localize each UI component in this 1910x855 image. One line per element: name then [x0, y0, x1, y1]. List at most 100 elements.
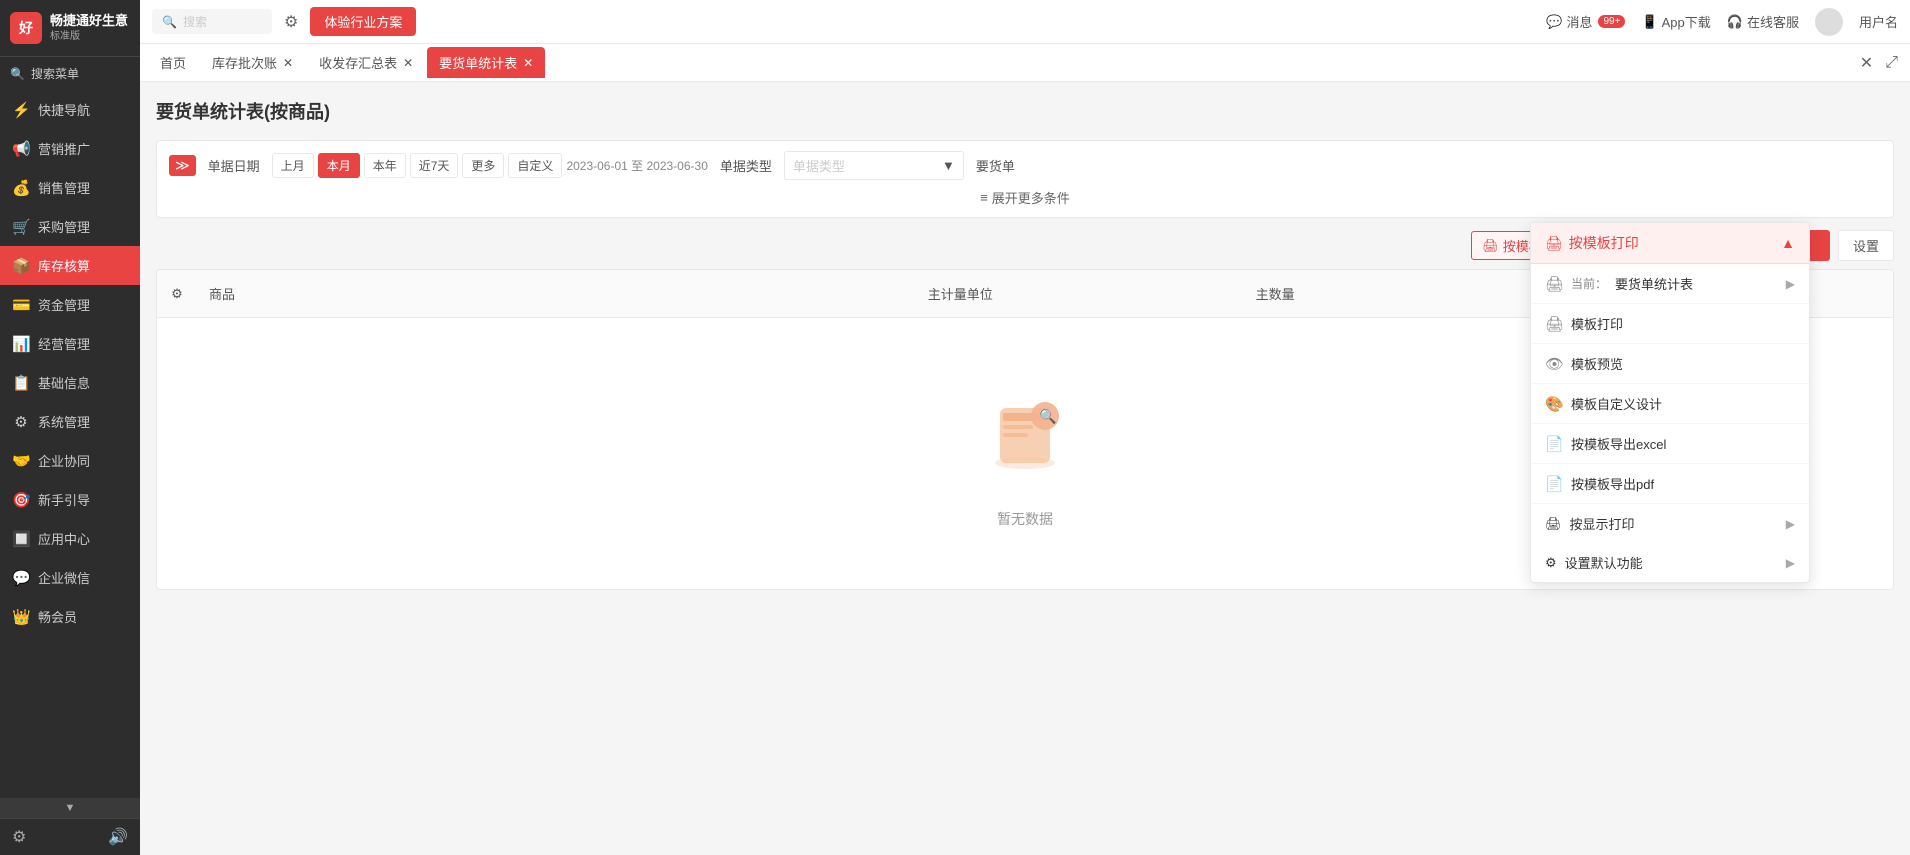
- expand-icon: ≡: [980, 190, 988, 205]
- set-default-icon: ⚙: [1545, 555, 1557, 571]
- sidebar-item-quick-nav[interactable]: ⚡快捷导航: [0, 90, 140, 129]
- date-range-text: 2023-06-01 至 2023-06-30: [566, 157, 707, 174]
- page-title: 要货单统计表(按商品): [156, 98, 1894, 124]
- sidebar-item-member[interactable]: 👑畅会员: [0, 597, 140, 636]
- topbar-gear-icon[interactable]: ⚙: [284, 12, 298, 32]
- topbar-search[interactable]: 🔍 搜索: [152, 9, 272, 34]
- th-gear[interactable]: ⚙: [157, 280, 197, 308]
- display-print-label: 按显示打印: [1570, 514, 1635, 533]
- sidebar-scroll-down[interactable]: ▼: [0, 798, 140, 818]
- dropdown-current-item[interactable]: 🖨 当前： 要货单统计表 ▶: [1531, 264, 1809, 304]
- settings-btn[interactable]: 设置: [1838, 230, 1894, 261]
- current-icon: 🖨: [1545, 275, 1563, 293]
- expand-btn[interactable]: ≡ 展开更多条件: [980, 188, 1070, 207]
- sidebar-item-basic[interactable]: 📋基础信息: [0, 363, 140, 402]
- sidebar-item-app-center[interactable]: 🔲应用中心: [0, 519, 140, 558]
- tab-bar: 首页库存批次账✕收发存汇总表✕要货单统计表✕ ✕ ⤢: [140, 44, 1910, 82]
- type-filter-label: 单据类型: [720, 156, 772, 175]
- date-btn-7days[interactable]: 近7天: [410, 153, 459, 178]
- date-filter-label: 单据日期: [208, 156, 260, 175]
- dropdown-template-custom[interactable]: 🎨 模板自定义设计: [1531, 384, 1809, 424]
- display-print-icon: 🖨: [1545, 516, 1562, 532]
- sidebar-item-sales[interactable]: 💰销售管理: [0, 168, 140, 207]
- tab-order-stats[interactable]: 要货单统计表 ✕: [427, 47, 545, 78]
- dropdown-template-pdf[interactable]: 📄 按模板导出pdf: [1531, 464, 1809, 504]
- main-area: 🔍 搜索 ⚙ 体验行业方案 💬 消息 99+ 📱 App下载 🎧 在线客服 用户…: [140, 0, 1910, 855]
- date-btn-custom[interactable]: 自定义: [508, 153, 562, 178]
- sidebar-item-system[interactable]: ⚙系统管理: [0, 402, 140, 441]
- date-btn-last-month[interactable]: 上月: [272, 153, 314, 178]
- nav-icon-marketing: 📢: [12, 140, 30, 158]
- nav-icon-finance: 💳: [12, 296, 30, 314]
- speaker-icon[interactable]: 🔊: [108, 827, 128, 847]
- sidebar-item-collab[interactable]: 🤝企业协同: [0, 441, 140, 480]
- dropdown-header: 🖨 按模板打印 ▲: [1531, 223, 1809, 264]
- sidebar-bottom: ⚙ 🔊: [0, 818, 140, 855]
- sidebar-item-guide[interactable]: 🎯新手引导: [0, 480, 140, 519]
- avatar[interactable]: [1815, 8, 1843, 36]
- nav-icon-member: 👑: [12, 608, 30, 626]
- nav-icon-inventory: 📦: [12, 257, 30, 275]
- dropdown-set-default[interactable]: ⚙ 设置默认功能 ▶: [1531, 543, 1809, 582]
- tab-close-btn[interactable]: ✕: [1856, 51, 1877, 75]
- dropdown-display-print[interactable]: 🖨 按显示打印 ▶: [1531, 504, 1809, 543]
- filter-toggle-arrow[interactable]: ≫: [169, 155, 196, 176]
- date-btn-this-year[interactable]: 本年: [364, 153, 406, 178]
- username: 用户名: [1859, 12, 1898, 31]
- type-select-value: 单据类型: [793, 156, 845, 175]
- app-icon: 📱: [1641, 14, 1657, 30]
- template-pdf-label: 按模板导出pdf: [1571, 474, 1654, 493]
- nav-label-operation: 经营管理: [38, 334, 90, 353]
- template-custom-label: 模板自定义设计: [1571, 394, 1662, 413]
- dropdown-menu: 🖨 按模板打印 ▲ 🖨 当前： 要货单统计表 ▶ 🖨 模板打印 👁 模板预览 �: [1530, 222, 1810, 583]
- date-btn-this-month[interactable]: 本月: [318, 153, 360, 178]
- sidebar-item-inventory[interactable]: 📦 库存核算: [0, 246, 140, 285]
- sidebar-item-operation[interactable]: 📊 经营管理: [0, 324, 140, 363]
- nav-label-finance: 资金管理: [38, 295, 90, 314]
- date-btn-more[interactable]: 更多: [462, 153, 504, 178]
- tab-label-order-stats: 要货单统计表: [439, 53, 517, 72]
- sidebar-item-marketing[interactable]: 📢营销推广: [0, 129, 140, 168]
- nav-label-collab: 企业协同: [38, 451, 90, 470]
- type-select[interactable]: 单据类型 ▼: [784, 151, 964, 180]
- topbar-app-download[interactable]: 📱 App下载: [1641, 12, 1710, 31]
- tab-expand-btn[interactable]: ⤢: [1881, 52, 1902, 74]
- svg-text:🔍: 🔍: [1039, 407, 1056, 425]
- online-service-label: 在线客服: [1747, 12, 1799, 31]
- printer-icon: 🖨: [1482, 238, 1499, 254]
- sidebar: 好 畅捷通好生意 标准版 🔍 搜索菜单 ⚡快捷导航📢营销推广💰销售管理🛒采购管理…: [0, 0, 140, 855]
- industry-btn[interactable]: 体验行业方案: [310, 7, 416, 36]
- tab-close-receive-summary[interactable]: ✕: [403, 56, 413, 70]
- order-type-label: 要货单: [976, 156, 1015, 175]
- tab-close-order-stats[interactable]: ✕: [523, 56, 533, 70]
- nav-label-inventory: 库存核算: [38, 256, 90, 275]
- topbar-search-text: 搜索: [183, 13, 207, 30]
- tab-receive-summary[interactable]: 收发存汇总表✕: [307, 47, 425, 78]
- logo-icon: 好: [10, 12, 42, 44]
- tab-inventory-batch[interactable]: 库存批次账 ✕: [200, 47, 305, 78]
- top-bar: 🔍 搜索 ⚙ 体验行业方案 💬 消息 99+ 📱 App下载 🎧 在线客服 用户…: [140, 0, 1910, 44]
- tab-bar-right: ✕ ⤢: [1856, 51, 1902, 75]
- sidebar-item-wechat[interactable]: 💬企业微信: [0, 558, 140, 597]
- filter-row-1: ≫ 单据日期 上月 本月 本年 近7天 更多 自定义 2023-06-01 至 …: [169, 151, 1881, 180]
- message-label: 消息: [1566, 12, 1592, 31]
- sidebar-item-finance[interactable]: 💳 资金管理: [0, 285, 140, 324]
- tab-home[interactable]: 首页: [148, 47, 198, 78]
- dropdown-template-print[interactable]: 🖨 模板打印: [1531, 304, 1809, 344]
- th-product: 商品: [197, 278, 803, 309]
- tab-label-inventory-batch: 库存批次账: [212, 53, 277, 72]
- sidebar-search[interactable]: 🔍 搜索菜单: [0, 57, 140, 90]
- tab-close-inventory-batch[interactable]: ✕: [283, 56, 293, 70]
- message-icon: 💬: [1546, 14, 1562, 30]
- nav-label-wechat: 企业微信: [38, 568, 90, 587]
- empty-icon: 🔍: [975, 378, 1075, 497]
- dropdown-close-btn[interactable]: ▲: [1781, 235, 1795, 251]
- dropdown-template-excel[interactable]: 📄 按模板导出excel: [1531, 424, 1809, 464]
- topbar-message[interactable]: 💬 消息 99+: [1546, 12, 1625, 31]
- settings-icon[interactable]: ⚙: [12, 827, 26, 847]
- topbar-online-service[interactable]: 🎧 在线客服: [1727, 12, 1799, 31]
- nav-icon-operation: 📊: [12, 335, 30, 353]
- dropdown-template-preview[interactable]: 👁 模板预览: [1531, 344, 1809, 384]
- display-print-arrow: ▶: [1786, 517, 1795, 531]
- sidebar-item-purchase[interactable]: 🛒采购管理: [0, 207, 140, 246]
